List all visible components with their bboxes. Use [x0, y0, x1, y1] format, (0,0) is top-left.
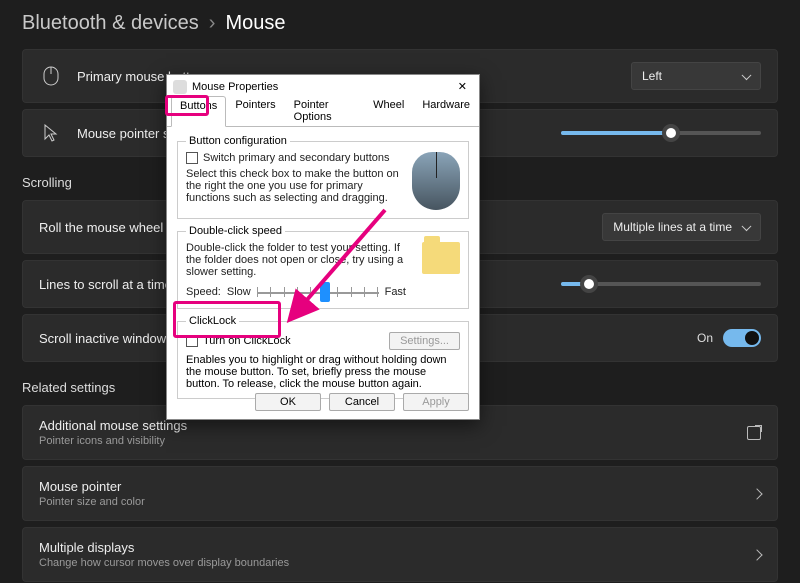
chevron-right-icon: ›	[209, 12, 216, 35]
close-button[interactable]: ✕	[450, 78, 475, 95]
desc-clicklock: Enables you to highlight or drag without…	[186, 354, 460, 390]
label-slow: Slow	[227, 286, 251, 298]
tab-wheel[interactable]: Wheel	[364, 95, 413, 126]
label-speed: Speed:	[186, 286, 221, 298]
checkbox-clicklock-label: Turn on ClickLock	[203, 335, 291, 347]
breadcrumb: Bluetooth & devices › Mouse	[0, 0, 800, 49]
dialog-titlebar[interactable]: Mouse Properties ✕	[167, 75, 479, 95]
select-wheel-scroll[interactable]: Multiple lines at a time	[602, 213, 761, 241]
tab-hardware[interactable]: Hardware	[413, 95, 479, 126]
slider-lines-scroll[interactable]	[561, 282, 761, 286]
select-primary-button[interactable]: Left	[631, 62, 761, 90]
chevron-right-icon	[751, 488, 762, 499]
legend-clicklock: ClickLock	[186, 315, 239, 327]
mouse-small-icon	[173, 80, 187, 94]
mouse-illustration	[412, 152, 460, 210]
title-additional: Additional mouse settings	[39, 418, 747, 433]
sub-pointer: Pointer size and color	[39, 496, 753, 508]
folder-test-icon[interactable]	[422, 242, 460, 274]
slider-pointer-speed[interactable]	[561, 131, 761, 135]
toggle-inactive-scroll[interactable]	[723, 329, 761, 347]
chevron-right-icon	[751, 549, 762, 560]
label-fast: Fast	[385, 286, 406, 298]
dialog-footer: OK Cancel Apply	[177, 393, 469, 411]
dialog-title: Mouse Properties	[192, 81, 278, 93]
clicklock-settings-button: Settings...	[389, 332, 460, 350]
cancel-button[interactable]: Cancel	[329, 393, 395, 411]
desc-switch-buttons: Select this check box to make the button…	[186, 168, 404, 204]
checkbox-clicklock[interactable]: Turn on ClickLock	[186, 335, 291, 347]
ok-button[interactable]: OK	[255, 393, 321, 411]
cursor-icon	[39, 124, 63, 142]
slider-double-click[interactable]	[257, 284, 379, 300]
dialog-body: Button configuration Switch primary and …	[167, 127, 479, 413]
sub-additional: Pointer icons and visibility	[39, 435, 747, 447]
row-multiple-displays[interactable]: Multiple displays Change how cursor move…	[22, 527, 778, 582]
desc-double-click: Double-click the folder to test your set…	[186, 242, 406, 278]
checkbox-icon	[186, 152, 198, 164]
title-multi: Multiple displays	[39, 540, 753, 555]
external-link-icon	[747, 426, 761, 440]
tab-pointers[interactable]: Pointers	[226, 95, 284, 126]
breadcrumb-current: Mouse	[225, 12, 285, 35]
toggle-state-label: On	[697, 331, 713, 345]
dialog-tabs: Buttons Pointers Pointer Options Wheel H…	[167, 95, 479, 127]
mouse-properties-dialog: Mouse Properties ✕ Buttons Pointers Poin…	[166, 74, 480, 420]
legend-double-click: Double-click speed	[186, 225, 285, 237]
checkbox-switch-buttons[interactable]: Switch primary and secondary buttons	[186, 152, 404, 164]
mouse-icon	[39, 66, 63, 86]
checkbox-switch-label: Switch primary and secondary buttons	[203, 152, 389, 164]
tab-pointer-options[interactable]: Pointer Options	[285, 95, 364, 126]
tab-buttons[interactable]: Buttons	[171, 96, 226, 127]
group-button-config: Button configuration Switch primary and …	[177, 135, 469, 219]
apply-button: Apply	[403, 393, 469, 411]
row-mouse-pointer[interactable]: Mouse pointer Pointer size and color	[22, 466, 778, 521]
sub-multi: Change how cursor moves over display bou…	[39, 557, 753, 569]
group-clicklock: ClickLock Turn on ClickLock Settings... …	[177, 315, 469, 399]
group-double-click: Double-click speed Double-click the fold…	[177, 225, 469, 309]
checkbox-icon	[186, 335, 198, 347]
legend-button-config: Button configuration	[186, 135, 290, 147]
breadcrumb-parent[interactable]: Bluetooth & devices	[22, 12, 199, 35]
title-pointer: Mouse pointer	[39, 479, 753, 494]
